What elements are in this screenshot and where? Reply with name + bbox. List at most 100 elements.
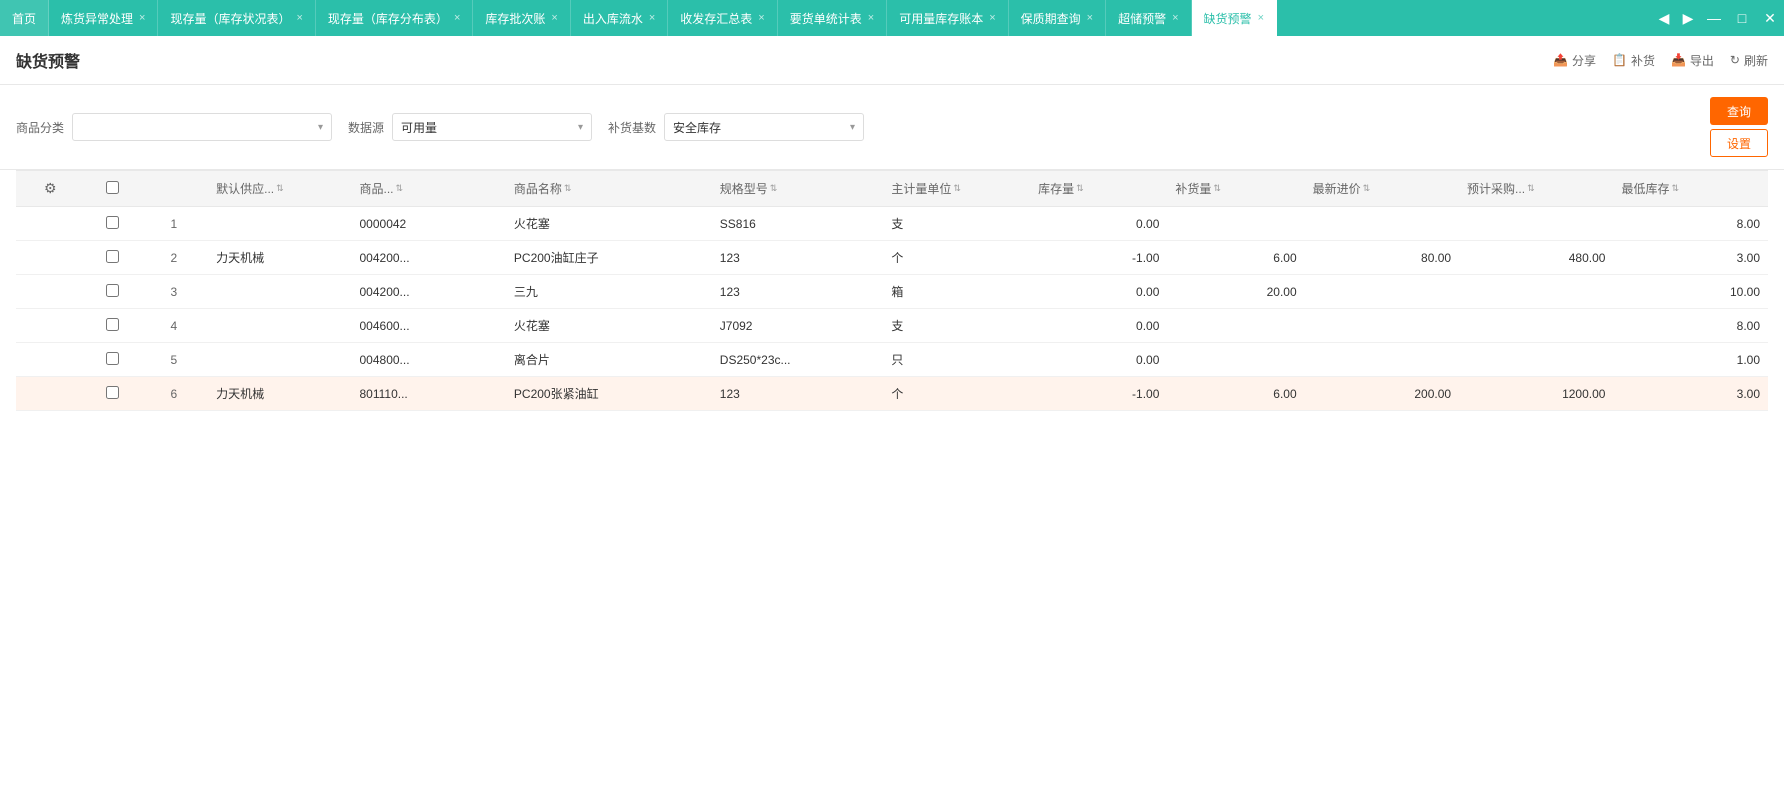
row-gear-cell (16, 207, 85, 241)
row-checkbox-2[interactable] (106, 284, 119, 297)
replenish-base-select-arrow-icon: ▾ (850, 122, 855, 133)
row-index-cell: 5 (140, 343, 209, 377)
row-replenish-cell (1167, 343, 1304, 377)
table-row: 2 力天机械 004200... PC200油缸庄子 123 个 -1.00 6… (16, 241, 1768, 275)
tab-item-abnormal[interactable]: 炼货异常处理 × (49, 0, 158, 36)
tab-close-shortage[interactable]: × (1258, 12, 1264, 24)
tab-item-stock-dist[interactable]: 现存量（库存分布表）× (316, 0, 473, 36)
col-header-gear[interactable]: ⚙ (16, 171, 85, 207)
table-row: 5 004800... 离合片 DS250*23c... 只 0.00 1.00 (16, 343, 1768, 377)
row-checkbox-cell[interactable] (85, 309, 140, 343)
tab-close-stock-dist[interactable]: × (454, 12, 460, 24)
datasource-filter-group: 数据源 可用量 ▾ (348, 113, 592, 141)
col-header-replenish[interactable]: 补货量⇅ (1167, 171, 1304, 207)
row-checkbox-cell[interactable] (85, 241, 140, 275)
col-header-checkbox[interactable] (85, 171, 140, 207)
tab-close-overstock[interactable]: × (1172, 12, 1178, 24)
row-supplier-cell (208, 207, 351, 241)
col-header-stock[interactable]: 库存量⇅ (1030, 171, 1167, 207)
row-minstock-cell: 3.00 (1613, 377, 1768, 411)
col-header-estimated[interactable]: 预计采购...⇅ (1459, 171, 1613, 207)
row-checkbox-cell[interactable] (85, 275, 140, 309)
share-action[interactable]: 📤 分享 (1553, 52, 1596, 69)
tab-nav-prev[interactable]: ◀ (1652, 0, 1676, 36)
tab-close-collect-send[interactable]: × (758, 12, 764, 24)
tab-label-expiry-query: 保质期查询 (1021, 10, 1081, 27)
window-close-btn[interactable]: ✕ (1756, 0, 1784, 36)
row-gear-cell (16, 343, 85, 377)
row-spec-cell: DS250*23c... (712, 343, 884, 377)
row-name-cell: 离合片 (506, 343, 712, 377)
supplier-sort-icon: ⇅ (276, 183, 284, 194)
col-header-index (140, 171, 209, 207)
datasource-select[interactable]: 可用量 ▾ (392, 113, 592, 141)
row-checkbox-0[interactable] (106, 216, 119, 229)
table-header-row: ⚙ 默认供应...⇅ 商品...⇅ 商品名称⇅ (16, 171, 1768, 207)
tab-close-batch-account[interactable]: × (551, 12, 557, 24)
row-gear-cell (16, 377, 85, 411)
col-header-minstock[interactable]: 最低库存⇅ (1613, 171, 1768, 207)
tab-close-abnormal[interactable]: × (139, 12, 145, 24)
settings-button[interactable]: 设置 (1710, 129, 1768, 157)
tab-item-batch-account[interactable]: 库存批次账× (473, 0, 570, 36)
tab-label-abnormal: 炼货异常处理 (61, 10, 133, 27)
col-header-unit[interactable]: 主计量单位⇅ (883, 171, 1030, 207)
share-label: 分享 (1572, 52, 1596, 69)
tab-item-available-ledger[interactable]: 可用量库存账本× (887, 0, 1008, 36)
replenish-action[interactable]: 📋 补货 (1612, 52, 1655, 69)
name-sort-icon: ⇅ (564, 183, 572, 194)
replenish-base-select-value: 安全库存 (673, 119, 846, 136)
row-unit-cell: 个 (883, 377, 1030, 411)
col-header-name[interactable]: 商品名称⇅ (506, 171, 712, 207)
window-minimize-btn[interactable]: — (1700, 0, 1728, 36)
table-gear-icon[interactable]: ⚙ (44, 180, 57, 196)
select-all-checkbox[interactable] (106, 181, 119, 194)
export-label: 导出 (1690, 52, 1714, 69)
row-stock-cell: 0.00 (1030, 207, 1167, 241)
row-spec-cell: SS816 (712, 207, 884, 241)
row-checkbox-cell[interactable] (85, 343, 140, 377)
tab-nav-next[interactable]: ▶ (1676, 0, 1700, 36)
row-checkbox-cell[interactable] (85, 207, 140, 241)
row-checkbox-5[interactable] (106, 386, 119, 399)
row-replenish-cell (1167, 207, 1304, 241)
export-action[interactable]: 📥 导出 (1671, 52, 1714, 69)
row-gear-cell (16, 241, 85, 275)
tab-close-expiry-query[interactable]: × (1087, 12, 1093, 24)
row-checkbox-cell[interactable] (85, 377, 140, 411)
replenish-sort-icon: ⇅ (1213, 183, 1221, 194)
row-price-cell (1305, 275, 1459, 309)
query-button[interactable]: 查询 (1710, 97, 1768, 125)
col-header-spec[interactable]: 规格型号⇅ (712, 171, 884, 207)
replenish-base-filter-group: 补货基数 安全库存 ▾ (608, 113, 864, 141)
row-code-cell: 004200... (352, 275, 506, 309)
col-header-code[interactable]: 商品...⇅ (352, 171, 506, 207)
tab-item-expiry-query[interactable]: 保质期查询 × (1009, 0, 1106, 36)
refresh-action[interactable]: ↻ 刷新 (1730, 52, 1768, 69)
window-maximize-btn[interactable]: □ (1728, 0, 1756, 36)
tab-item-collect-send[interactable]: 收发存汇总表× (668, 0, 777, 36)
replenish-base-select[interactable]: 安全库存 ▾ (664, 113, 864, 141)
tab-item-home[interactable]: 首页 (0, 0, 49, 36)
category-select[interactable]: ▾ (72, 113, 332, 141)
tab-item-in-out-flow[interactable]: 出入库流水× (571, 0, 668, 36)
category-filter-group: 商品分类 ▾ (16, 113, 332, 141)
tab-item-order-stats[interactable]: 要货单统计表× (778, 0, 887, 36)
tab-item-overstock[interactable]: 超储预警× (1106, 0, 1191, 36)
col-header-price[interactable]: 最新进价⇅ (1305, 171, 1459, 207)
row-checkbox-4[interactable] (106, 352, 119, 365)
row-price-cell (1305, 343, 1459, 377)
col-header-supplier[interactable]: 默认供应...⇅ (208, 171, 351, 207)
row-spec-cell: 123 (712, 241, 884, 275)
tab-close-stock-status[interactable]: × (296, 12, 302, 24)
row-checkbox-1[interactable] (106, 250, 119, 263)
tab-item-shortage[interactable]: 缺货预警× (1192, 0, 1277, 36)
tab-close-available-ledger[interactable]: × (989, 12, 995, 24)
tab-close-order-stats[interactable]: × (868, 12, 874, 24)
datasource-label: 数据源 (348, 119, 384, 136)
tab-close-in-out-flow[interactable]: × (649, 12, 655, 24)
minstock-col-label: 最低库存 (1621, 180, 1669, 197)
tab-item-stock-status[interactable]: 现存量（库存状况表）× (158, 0, 315, 36)
main-content: 缺货预警 📤 分享 📋 补货 📥 导出 ↻ 刷新 商品分类 (0, 36, 1784, 796)
row-checkbox-3[interactable] (106, 318, 119, 331)
